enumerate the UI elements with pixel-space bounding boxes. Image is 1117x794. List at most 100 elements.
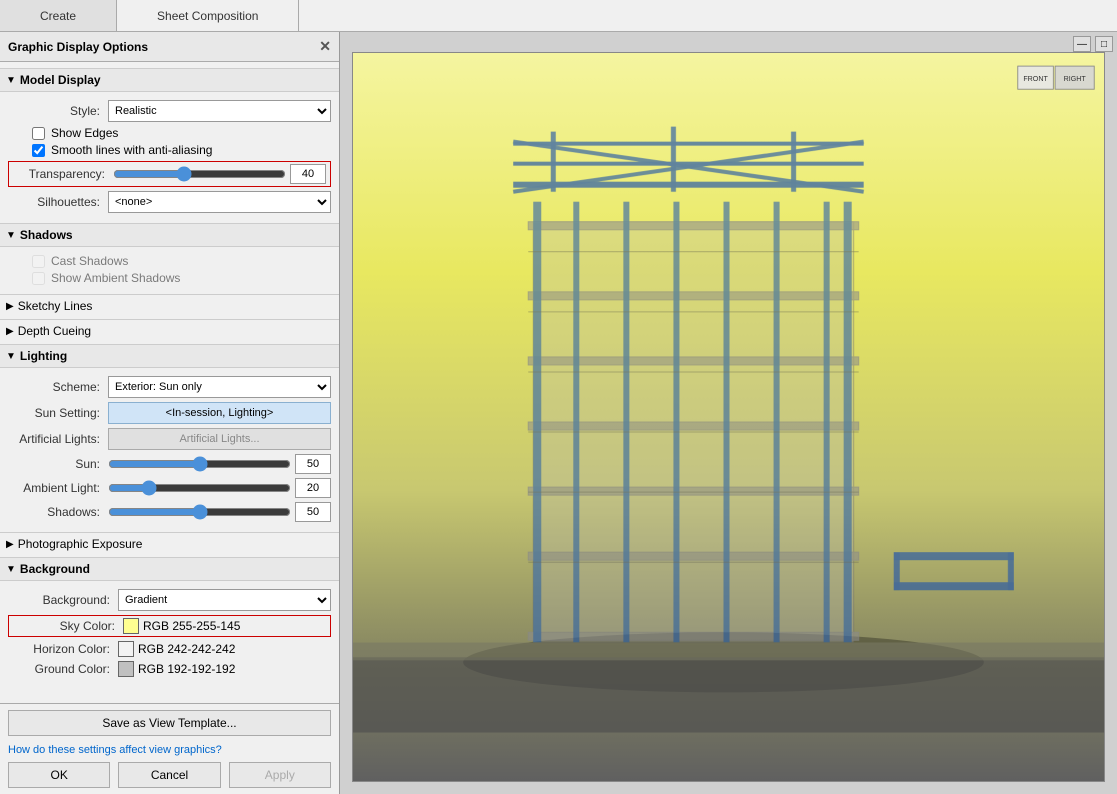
shadows-slider-label: Shadows: (8, 505, 108, 519)
photo-arrow: ▶ (6, 539, 14, 550)
style-row: Style: Realistic Shaded Hidden Line Wire… (8, 100, 331, 122)
style-select[interactable]: Realistic Shaded Hidden Line Wireframe (108, 100, 331, 122)
style-label: Style: (8, 104, 108, 118)
maximize-button[interactable]: □ (1095, 36, 1113, 52)
ambient-slider[interactable] (108, 480, 291, 496)
scheme-select[interactable]: Exterior: Sun only Exterior: Sun and Art… (108, 376, 331, 398)
sun-slider-container: 50 (108, 454, 331, 474)
ground-color-value[interactable]: RGB 192-192-192 (118, 661, 331, 677)
cast-shadows-label: Cast Shadows (51, 254, 128, 268)
artificial-lights-button[interactable]: Artificial Lights... (108, 428, 331, 450)
background-body: Background: Gradient Sky Image None Sky … (0, 581, 339, 685)
sun-setting-label: Sun Setting: (8, 406, 108, 420)
viewport-controls: — □ (1073, 36, 1113, 52)
background-label: Background (20, 562, 90, 576)
section-background[interactable]: Background (0, 557, 339, 581)
ground-color-text: RGB 192-192-192 (138, 662, 235, 676)
depth-arrow: ▶ (6, 326, 14, 337)
cast-shadows-checkbox[interactable] (32, 255, 45, 268)
sun-value: 50 (295, 454, 331, 474)
section-sketchy-lines[interactable]: ▶ Sketchy Lines (0, 294, 339, 317)
transparency-row: Transparency: 40 (8, 161, 331, 187)
main-area: Graphic Display Options ✕ Model Display … (0, 32, 1117, 794)
smooth-lines-row: Smooth lines with anti-aliasing (32, 143, 331, 157)
shadows-label: Shadows (20, 228, 73, 242)
lighting-label: Lighting (20, 349, 67, 363)
sky-color-label: Sky Color: (13, 619, 123, 633)
top-toolbar: Create Sheet Composition (0, 0, 1117, 32)
section-shadows[interactable]: Shadows (0, 223, 339, 247)
horizon-color-label: Horizon Color: (8, 642, 118, 656)
dialog-footer: Save as View Template... How do these se… (0, 703, 339, 794)
sun-setting-button[interactable]: <In-session, Lighting> (108, 402, 331, 424)
sky-color-row: Sky Color: RGB 255-255-145 (8, 615, 331, 637)
viewport[interactable]: — □ FRONT RIGHT (340, 32, 1117, 794)
background-select[interactable]: Gradient Sky Image None (118, 589, 331, 611)
tab-create[interactable]: Create (0, 0, 117, 31)
section-depth-cueing[interactable]: ▶ Depth Cueing (0, 319, 339, 342)
silhouettes-row: Silhouettes: <none> (8, 191, 331, 213)
ambient-shadows-checkbox[interactable] (32, 272, 45, 285)
scheme-row: Scheme: Exterior: Sun only Exterior: Sun… (8, 376, 331, 398)
sun-label: Sun: (8, 457, 108, 471)
minimize-button[interactable]: — (1073, 36, 1091, 52)
show-edges-row: Show Edges (32, 126, 331, 140)
help-link[interactable]: How do these settings affect view graphi… (8, 744, 331, 756)
transparency-value: 40 (290, 164, 326, 184)
show-edges-checkbox[interactable] (32, 127, 45, 140)
smooth-lines-checkbox[interactable] (32, 144, 45, 157)
depth-cueing-label: Depth Cueing (18, 324, 91, 338)
dialog-title: Graphic Display Options (8, 40, 148, 54)
sketchy-arrow: ▶ (6, 301, 14, 312)
silhouettes-label: Silhouettes: (8, 195, 108, 209)
building-svg (353, 53, 1104, 781)
graphic-display-dialog: Graphic Display Options ✕ Model Display … (0, 32, 340, 794)
lighting-arrow (6, 351, 16, 362)
apply-button[interactable]: Apply (229, 762, 331, 788)
shadows-slider[interactable] (108, 504, 291, 520)
horizon-color-row: Horizon Color: RGB 242-242-242 (8, 641, 331, 657)
model-display-arrow (6, 75, 16, 86)
sky-color-value[interactable]: RGB 255-255-145 (123, 618, 326, 634)
sky-color-text: RGB 255-255-145 (143, 619, 240, 633)
section-photographic-exposure[interactable]: ▶ Photographic Exposure (0, 532, 339, 555)
ambient-shadows-label: Show Ambient Shadows (51, 271, 180, 285)
ambient-light-row: Ambient Light: 20 (8, 478, 331, 498)
dialog-content: Model Display Style: Realistic Shaded Hi… (0, 62, 339, 703)
ambient-slider-container: 20 (108, 478, 331, 498)
close-icon[interactable]: ✕ (319, 38, 331, 55)
silhouettes-select[interactable]: <none> (108, 191, 331, 213)
lighting-body: Scheme: Exterior: Sun only Exterior: Sun… (0, 368, 339, 530)
transparency-slider[interactable] (113, 166, 286, 182)
transparency-label: Transparency: (13, 167, 113, 181)
model-display-body: Style: Realistic Shaded Hidden Line Wire… (0, 92, 339, 221)
shadows-value: 50 (295, 502, 331, 522)
section-lighting[interactable]: Lighting (0, 344, 339, 368)
section-model-display[interactable]: Model Display (0, 68, 339, 92)
ambient-value: 20 (295, 478, 331, 498)
action-buttons: OK Cancel Apply (8, 762, 331, 788)
background-arrow (6, 564, 16, 575)
photo-exposure-label: Photographic Exposure (18, 537, 143, 551)
ground-color-row: Ground Color: RGB 192-192-192 (8, 661, 331, 677)
sun-setting-row: Sun Setting: <In-session, Lighting> (8, 402, 331, 424)
cast-shadows-row: Cast Shadows (32, 254, 331, 268)
ground-color-label: Ground Color: (8, 662, 118, 676)
shadows-body: Cast Shadows Show Ambient Shadows (0, 247, 339, 292)
smooth-lines-label: Smooth lines with anti-aliasing (51, 143, 212, 157)
cancel-button[interactable]: Cancel (118, 762, 220, 788)
horizon-color-value[interactable]: RGB 242-242-242 (118, 641, 331, 657)
ok-button[interactable]: OK (8, 762, 110, 788)
shadows-slider-container: 50 (108, 502, 331, 522)
horizon-color-swatch (118, 641, 134, 657)
background-type-label: Background: (8, 593, 118, 607)
sun-slider[interactable] (108, 456, 291, 472)
artificial-lights-row: Artificial Lights: Artificial Lights... (8, 428, 331, 450)
dialog-titlebar: Graphic Display Options ✕ (0, 32, 339, 62)
tab-sheet-composition[interactable]: Sheet Composition (117, 0, 299, 31)
save-view-template-button[interactable]: Save as View Template... (8, 710, 331, 736)
sky-color-swatch (123, 618, 139, 634)
shadows-slider-row: Shadows: 50 (8, 502, 331, 522)
artificial-lights-label: Artificial Lights: (8, 432, 108, 446)
horizon-color-text: RGB 242-242-242 (138, 642, 235, 656)
